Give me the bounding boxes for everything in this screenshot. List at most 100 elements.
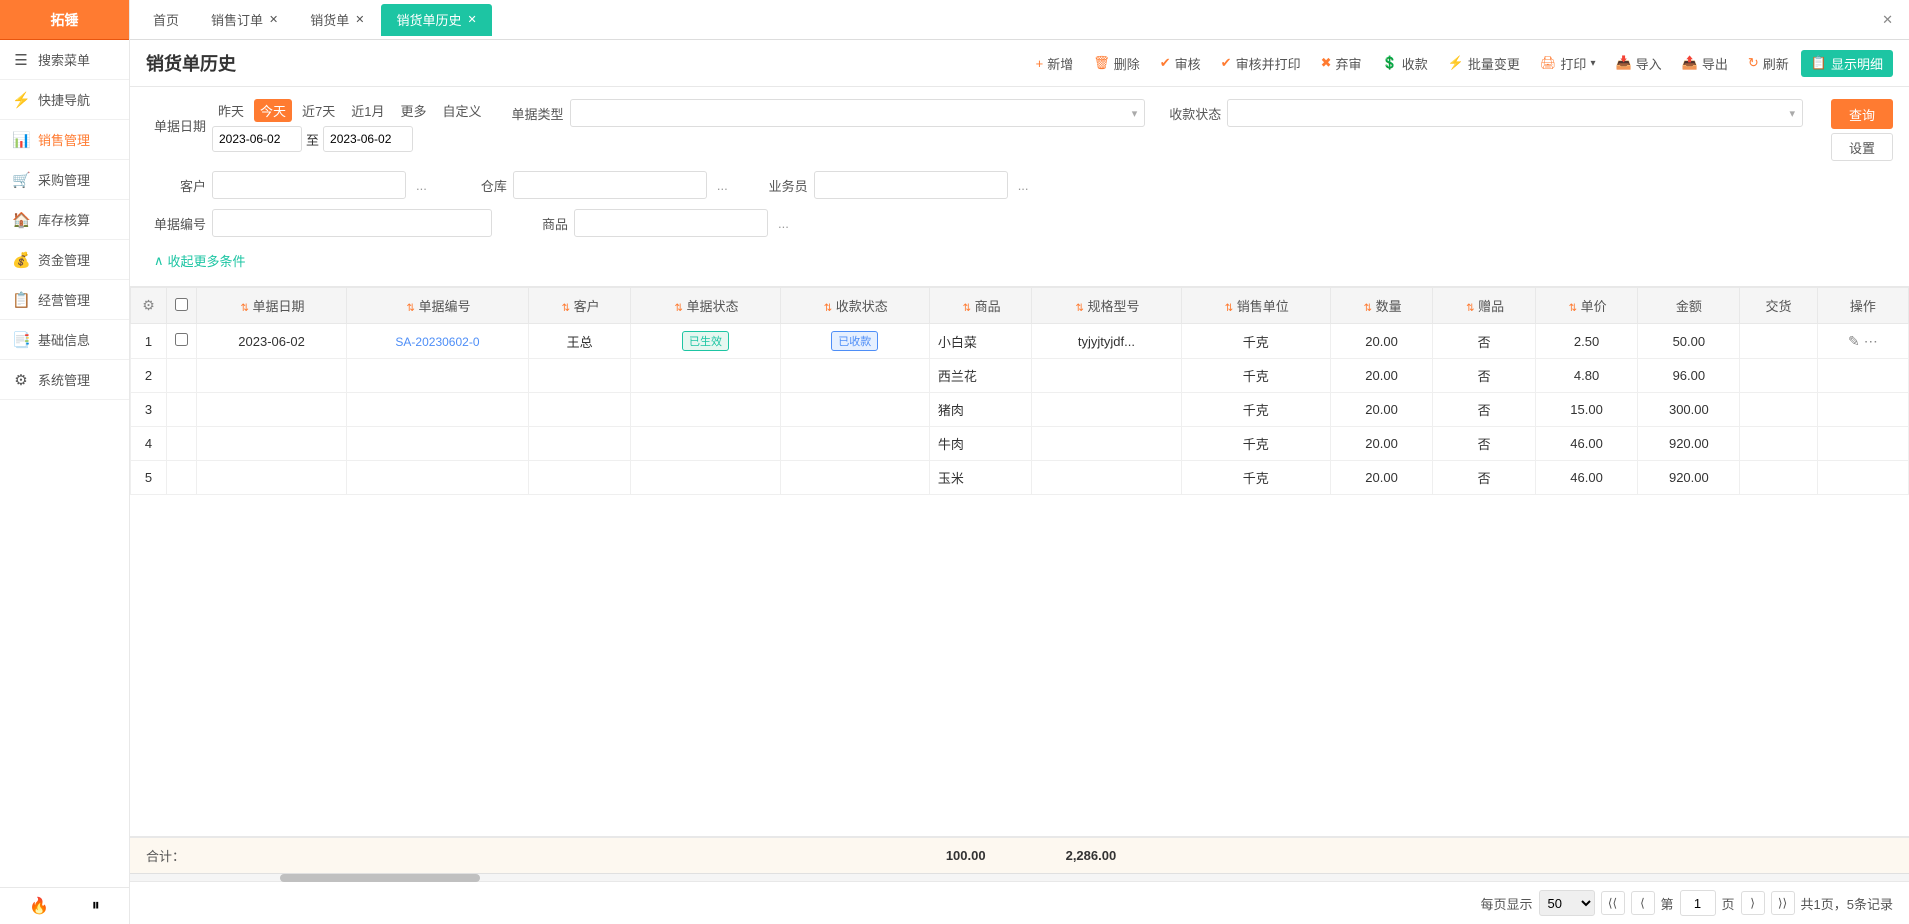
sidebar-item-finance[interactable]: 💰 资金管理 xyxy=(0,240,129,280)
collect-status-select[interactable] xyxy=(1227,99,1803,127)
table-price-header[interactable]: ⇅ 单价 xyxy=(1535,288,1638,324)
row-check[interactable] xyxy=(167,461,197,495)
last-page-button[interactable]: ⟩⟩ xyxy=(1771,891,1795,915)
table-amount-header: 金额 xyxy=(1638,288,1740,324)
customer-input[interactable] xyxy=(212,171,406,199)
next-page-button[interactable]: ⟩ xyxy=(1741,891,1765,915)
import-button[interactable]: 📥 导入 xyxy=(1607,50,1669,77)
table-row: 5 玉米 千克 20.00 否 46.00 920.00 xyxy=(131,461,1909,495)
row-check[interactable] xyxy=(167,359,197,393)
date-btn-yesterday[interactable]: 昨天 xyxy=(212,99,250,122)
sidebar-item-basic-info[interactable]: 📑 基础信息 xyxy=(0,320,129,360)
prev-page-button[interactable]: ⟨ xyxy=(1631,891,1655,915)
table-spec-header[interactable]: ⇅ 规格型号 xyxy=(1032,288,1181,324)
setting-button[interactable]: 设置 xyxy=(1831,133,1893,161)
fire-icon[interactable]: 🔥 xyxy=(29,896,49,916)
warehouse-dots-icon[interactable]: ... xyxy=(713,176,732,195)
table-settings-col[interactable]: ⚙ xyxy=(131,288,167,324)
select-all-checkbox[interactable] xyxy=(175,298,188,311)
table-qty-header[interactable]: ⇅ 数量 xyxy=(1330,288,1433,324)
page-number-input[interactable] xyxy=(1680,890,1716,916)
tab-sales-goods[interactable]: 销货单 ✕ xyxy=(295,4,379,36)
tab-sales-order[interactable]: 销售订单 ✕ xyxy=(196,4,293,36)
collapse-button[interactable]: ∧ 收起更多条件 xyxy=(146,247,1893,274)
type-filter-select[interactable] xyxy=(570,99,1146,127)
page-label: 第 xyxy=(1661,894,1674,913)
sidebar-item-quick-nav[interactable]: ⚡ 快捷导航 xyxy=(0,80,129,120)
row-spec xyxy=(1032,427,1181,461)
date-btn-more[interactable]: 更多 xyxy=(395,99,433,122)
audit-print-button[interactable]: ✔ 审核并打印 xyxy=(1213,50,1309,77)
doc-status-badge: 已生效 xyxy=(682,331,729,351)
sidebar-item-system[interactable]: ⚙ 系统管理 xyxy=(0,360,129,400)
sidebar-item-label: 采购管理 xyxy=(38,170,90,189)
show-detail-button[interactable]: 📋 显示明细 xyxy=(1801,50,1893,77)
tab-sales-history[interactable]: 销货单历史 ✕ xyxy=(381,4,491,36)
table-date-header[interactable]: ⇅ 单据日期 xyxy=(197,288,347,324)
table-docno-header[interactable]: ⇅ 单据编号 xyxy=(347,288,529,324)
date-btn-today[interactable]: 今天 xyxy=(254,99,292,122)
tab-home[interactable]: 首页 xyxy=(138,4,194,36)
warehouse-input[interactable] xyxy=(513,171,707,199)
date-to-input[interactable] xyxy=(323,126,413,152)
table-docstatus-header[interactable]: ⇅ 单据状态 xyxy=(631,288,780,324)
sidebar-item-operations[interactable]: 📋 经营管理 xyxy=(0,280,129,320)
row-gift: 否 xyxy=(1433,427,1536,461)
table-goods-header[interactable]: ⇅ 商品 xyxy=(929,288,1032,324)
page-size-select[interactable]: 50 10 20 100 xyxy=(1539,890,1595,916)
sidebar-item-search-menu[interactable]: ☰ 搜索菜单 xyxy=(0,40,129,80)
print-button[interactable]: 🖨 打印 ▾ xyxy=(1532,50,1604,77)
tab-sales-history-close-icon[interactable]: ✕ xyxy=(468,13,477,26)
purchase-icon: 🛒 xyxy=(12,171,30,189)
type-filter-label: 单据类型 xyxy=(504,104,564,123)
row-check[interactable] xyxy=(167,427,197,461)
sidebar-item-purchase[interactable]: 🛒 采购管理 xyxy=(0,160,129,200)
table-collectstatus-header[interactable]: ⇅ 收款状态 xyxy=(780,288,929,324)
window-close-button[interactable]: ✕ xyxy=(1874,8,1901,32)
date-from-input[interactable] xyxy=(212,126,302,152)
customer-dots-icon[interactable]: ... xyxy=(412,176,431,195)
batch-change-button[interactable]: ⚡ 批量变更 xyxy=(1440,50,1528,77)
row-check[interactable] xyxy=(167,393,197,427)
date-btn-7days[interactable]: 近7天 xyxy=(296,99,341,122)
qty-sort-icon: ⇅ xyxy=(1364,303,1372,314)
sidebar-item-label: 经营管理 xyxy=(38,290,90,309)
goods-input[interactable] xyxy=(574,209,768,237)
agent-dots-icon[interactable]: ... xyxy=(1014,176,1033,195)
row-docstatus xyxy=(631,461,780,495)
agent-input[interactable] xyxy=(814,171,1008,199)
date-btn-1month[interactable]: 近1月 xyxy=(345,99,390,122)
goods-dots-icon[interactable]: ... xyxy=(774,214,793,233)
row-transaction xyxy=(1740,359,1817,393)
table-unit-header[interactable]: ⇅ 销售单位 xyxy=(1181,288,1330,324)
tab-sales-order-close-icon[interactable]: ✕ xyxy=(269,13,278,26)
table-gift-header[interactable]: ⇅ 赠品 xyxy=(1433,288,1536,324)
total-amount-value: 2,286.00 xyxy=(1066,848,1117,863)
docno-link[interactable]: SA-20230602-0 xyxy=(395,335,479,349)
export-button[interactable]: 📤 导出 xyxy=(1674,50,1736,77)
table-gear-icon[interactable]: ⚙ xyxy=(142,297,155,313)
collect-button[interactable]: 💲 收款 xyxy=(1374,50,1436,77)
sidebar-item-inventory[interactable]: 🏠 库存核算 xyxy=(0,200,129,240)
add-button[interactable]: + 新增 xyxy=(1028,50,1082,77)
table-check-col[interactable] xyxy=(167,288,197,324)
more-icon[interactable]: ⋯ xyxy=(1864,333,1878,349)
abandon-button[interactable]: ✖ 弃审 xyxy=(1313,50,1370,77)
scrollbar-thumb[interactable] xyxy=(280,874,480,882)
pause-icon[interactable]: ⏸ xyxy=(92,897,100,915)
doc-no-input[interactable] xyxy=(212,209,492,237)
query-button[interactable]: 查询 xyxy=(1831,99,1893,129)
row-checkbox[interactable] xyxy=(175,333,188,346)
goods-filter: 商品 ... xyxy=(508,209,793,237)
refresh-button[interactable]: ↻ 刷新 xyxy=(1740,50,1797,77)
row-check[interactable] xyxy=(167,324,197,359)
audit-button[interactable]: ✔ 审核 xyxy=(1152,50,1209,77)
delete-button[interactable]: 🗑 删除 xyxy=(1085,50,1148,77)
sidebar-item-sales[interactable]: 📊 销售管理 xyxy=(0,120,129,160)
table-customer-header[interactable]: ⇅ 客户 xyxy=(528,288,631,324)
horizontal-scrollbar[interactable] xyxy=(130,873,1909,881)
edit-icon[interactable]: ✎ xyxy=(1848,333,1860,349)
date-btn-custom[interactable]: 自定义 xyxy=(437,99,488,122)
tab-sales-goods-close-icon[interactable]: ✕ xyxy=(355,13,364,26)
first-page-button[interactable]: ⟨⟨ xyxy=(1601,891,1625,915)
